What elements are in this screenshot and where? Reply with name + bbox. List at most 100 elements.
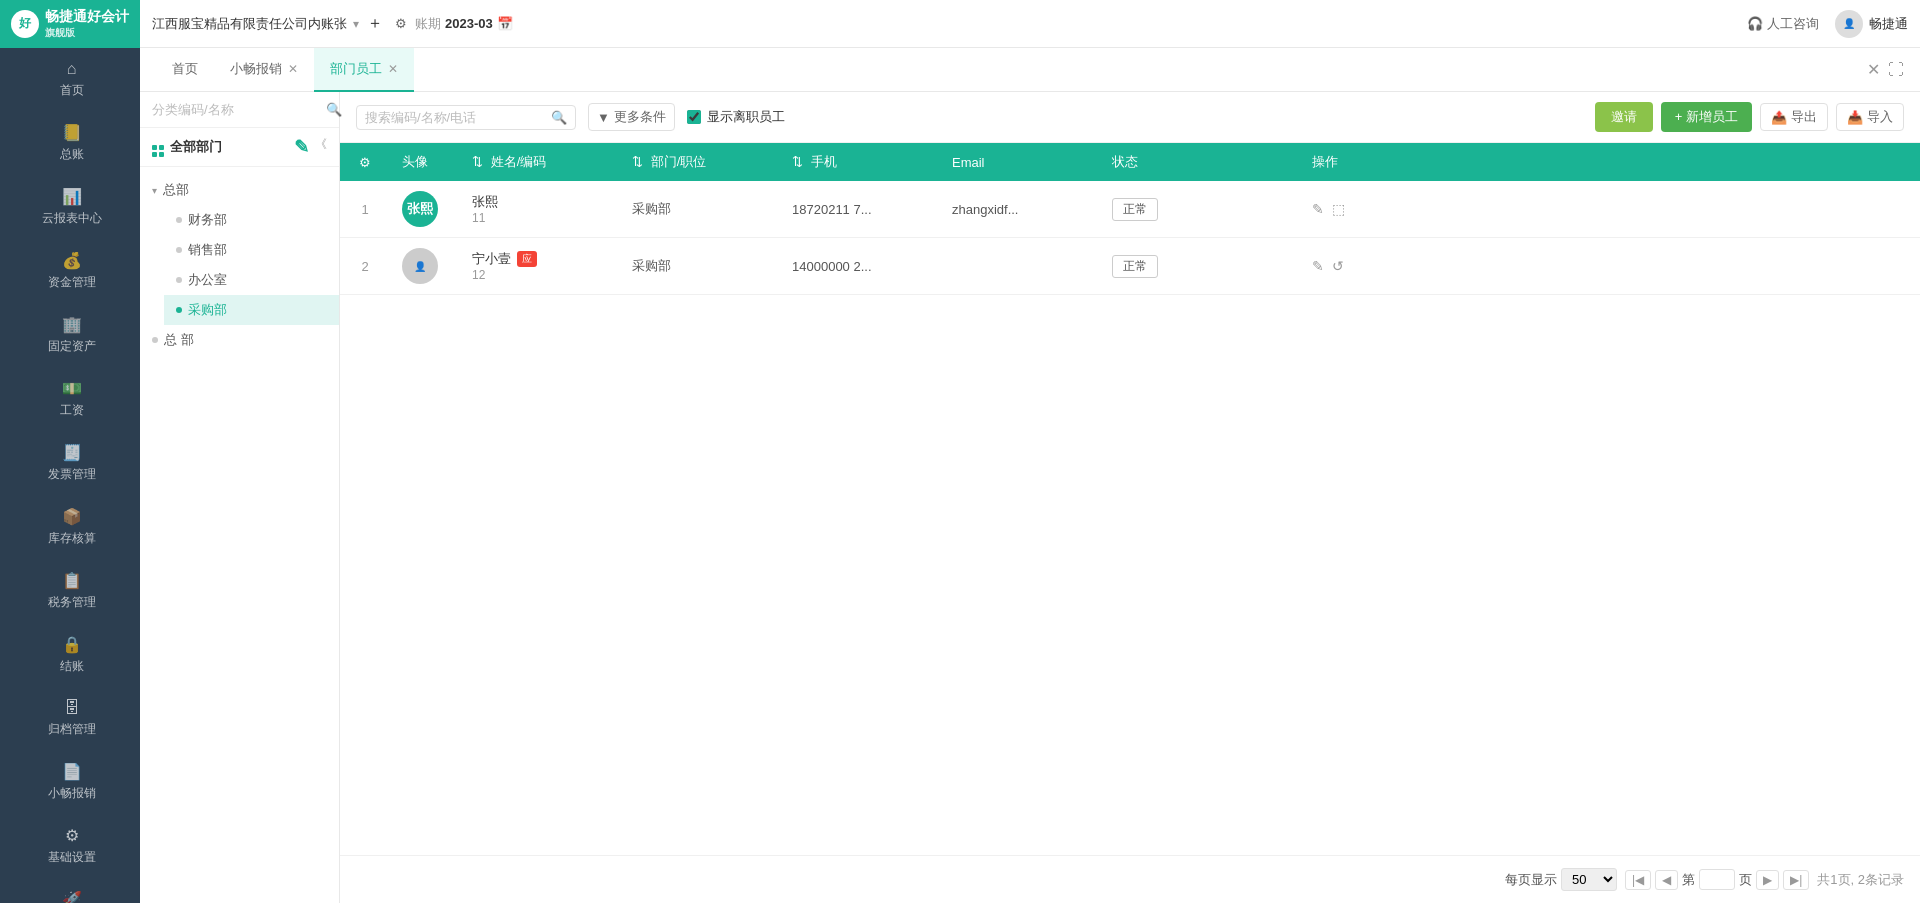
- sidebar-item-salary[interactable]: 💵 工资: [0, 367, 140, 431]
- export-button[interactable]: 📤 导出: [1760, 103, 1828, 131]
- company-selector[interactable]: 江西服宝精品有限责任公司内账张 ▾: [152, 15, 359, 33]
- dept-item-caigoub[interactable]: 采购部: [164, 295, 339, 325]
- company-dropdown-icon[interactable]: ▾: [353, 17, 359, 31]
- page-number-input[interactable]: 1: [1699, 869, 1735, 890]
- sort-icon2: ⇅: [632, 154, 643, 169]
- search-icon[interactable]: 🔍: [551, 110, 567, 125]
- row-actions-1: ✎ ⬚: [1300, 181, 1920, 238]
- first-page-button[interactable]: |◀: [1625, 870, 1651, 890]
- next-page-button[interactable]: ▶: [1756, 870, 1779, 890]
- col-phone[interactable]: ⇅ 手机: [780, 143, 940, 181]
- dept-item-zongbu2[interactable]: 总 部: [140, 325, 339, 355]
- prev-page-button[interactable]: ◀: [1655, 870, 1678, 890]
- col-settings[interactable]: ⚙: [340, 143, 390, 181]
- col-name[interactable]: ⇅ 姓名/编码: [460, 143, 620, 181]
- sidebar-label-tax: 税务管理: [48, 594, 96, 611]
- col-dept[interactable]: ⇅ 部门/职位: [620, 143, 780, 181]
- tab-expense-close[interactable]: ✕: [288, 63, 298, 75]
- sidebar-item-home[interactable]: ⌂ 首页: [0, 48, 140, 111]
- dept-item-caiwubu[interactable]: 财务部: [164, 205, 339, 235]
- per-page-dropdown[interactable]: 50 20 100: [1561, 868, 1617, 891]
- period-label: 账期: [415, 15, 441, 33]
- close-book-icon: 🔒: [62, 635, 82, 654]
- dept-search-input[interactable]: [152, 102, 320, 117]
- salary-icon: 💵: [62, 379, 82, 398]
- avatar: 👤: [1835, 10, 1863, 38]
- col-status: 状态: [1100, 143, 1300, 181]
- dept-dot: [176, 247, 182, 253]
- settings-gear-icon[interactable]: ⚙: [395, 16, 407, 31]
- avatar-circle-1: 张熙: [402, 191, 438, 227]
- dept-dot: [176, 277, 182, 283]
- sidebar-item-ledger[interactable]: 📒 总账: [0, 111, 140, 175]
- calendar-icon[interactable]: 📅: [497, 16, 513, 31]
- sidebar-label-fund: 资金管理: [48, 274, 96, 291]
- dept-label-caiwubu: 财务部: [188, 211, 227, 229]
- sidebar-item-inventory[interactable]: 📦 库存核算: [0, 495, 140, 559]
- tab-expense[interactable]: 小畅报销 ✕: [214, 48, 314, 92]
- logo-icon: 好: [11, 10, 39, 38]
- sidebar-item-archive[interactable]: 🗄 归档管理: [0, 687, 140, 750]
- table-row: 1 张熙 张熙 11: [340, 181, 1920, 238]
- import-icon: 📥: [1847, 110, 1863, 125]
- row-phone-2: 14000000 2...: [780, 238, 940, 295]
- total-info: 共1页, 2条记录: [1817, 871, 1904, 889]
- status-badge-2: 正常: [1112, 255, 1158, 278]
- filter-icon: ▼: [597, 110, 610, 125]
- edit-icon-2[interactable]: ✎: [1312, 258, 1324, 274]
- filter-button[interactable]: ▼ 更多条件: [588, 103, 675, 131]
- tab-department-close[interactable]: ✕: [388, 63, 398, 75]
- invite-button[interactable]: 邀请: [1595, 102, 1653, 132]
- avatar-circle-2: 👤: [402, 248, 438, 284]
- sidebar-item-fund[interactable]: 💰 资金管理: [0, 239, 140, 303]
- sidebar-item-guide[interactable]: 🚀 新手引导: [0, 878, 140, 903]
- fund-icon: 💰: [62, 251, 82, 270]
- show-resigned-label[interactable]: 显示离职员工: [687, 108, 785, 126]
- dept-item-xiaoshoubu[interactable]: 销售部: [164, 235, 339, 265]
- row-number-1: 1: [340, 181, 390, 238]
- dept-label-xiaoshoubu: 销售部: [188, 241, 227, 259]
- table-row: 2 👤 宁小壹: [340, 238, 1920, 295]
- sidebar-item-close[interactable]: 🔒 结账: [0, 623, 140, 687]
- status-badge-1: 正常: [1112, 198, 1158, 221]
- employee-search-box[interactable]: 🔍: [356, 105, 576, 130]
- dept-item-bangongshi[interactable]: 办公室: [164, 265, 339, 295]
- tax-icon: 📋: [62, 571, 82, 590]
- row-avatar-1: 张熙: [390, 181, 460, 238]
- edit-icon-1[interactable]: ✎: [1312, 201, 1324, 217]
- employee-search-input[interactable]: [365, 110, 545, 125]
- archive-icon: 🗄: [64, 699, 80, 717]
- sidebar-item-tax[interactable]: 📋 税务管理: [0, 559, 140, 623]
- dept-item-zongbu[interactable]: ▾ 总部: [140, 175, 339, 205]
- sidebar-item-xiao[interactable]: 📄 小畅报销: [0, 750, 140, 814]
- tab-home[interactable]: 首页: [156, 48, 214, 92]
- service-label: 人工咨询: [1767, 15, 1819, 33]
- settings-icon: ⚙: [65, 826, 79, 845]
- employee-name-2: 宁小壹: [472, 250, 511, 268]
- close-window-icon[interactable]: ✕: [1867, 60, 1880, 79]
- dept-dot: [176, 307, 182, 313]
- logout-icon-1[interactable]: ⬚: [1332, 201, 1345, 217]
- import-button[interactable]: 📥 导入: [1836, 103, 1904, 131]
- add-tab-button[interactable]: ＋: [367, 13, 383, 34]
- import-label: 导入: [1867, 108, 1893, 126]
- add-dept-button[interactable]: ✎: [294, 136, 309, 158]
- last-page-button[interactable]: ▶|: [1783, 870, 1809, 890]
- sidebar-item-invoice[interactable]: 🧾 发票管理: [0, 431, 140, 495]
- sidebar-item-report[interactable]: 📊 云报表中心: [0, 175, 140, 239]
- employee-code-1: 11: [472, 211, 608, 225]
- all-dept-label: 全部部门: [170, 138, 222, 156]
- service-button[interactable]: 🎧 人工咨询: [1747, 15, 1819, 33]
- maximize-icon[interactable]: ⛶: [1888, 61, 1904, 79]
- show-resigned-checkbox[interactable]: [687, 110, 701, 124]
- sidebar-item-settings[interactable]: ⚙ 基础设置: [0, 814, 140, 878]
- sidebar-item-asset[interactable]: 🏢 固定资产: [0, 303, 140, 367]
- refresh-icon-2[interactable]: ↺: [1332, 258, 1344, 274]
- content-area: 首页 小畅报销 ✕ 部门员工 ✕ ✕ ⛶ 🔍: [140, 48, 1920, 903]
- collapse-dept-button[interactable]: 《: [315, 136, 327, 158]
- add-employee-button[interactable]: + 新增员工: [1661, 102, 1752, 132]
- dept-label-bangongshi: 办公室: [188, 271, 227, 289]
- sidebar-label-report: 云报表中心: [42, 210, 102, 227]
- tab-department[interactable]: 部门员工 ✕: [314, 48, 414, 92]
- user-info[interactable]: 👤 畅捷通: [1835, 10, 1908, 38]
